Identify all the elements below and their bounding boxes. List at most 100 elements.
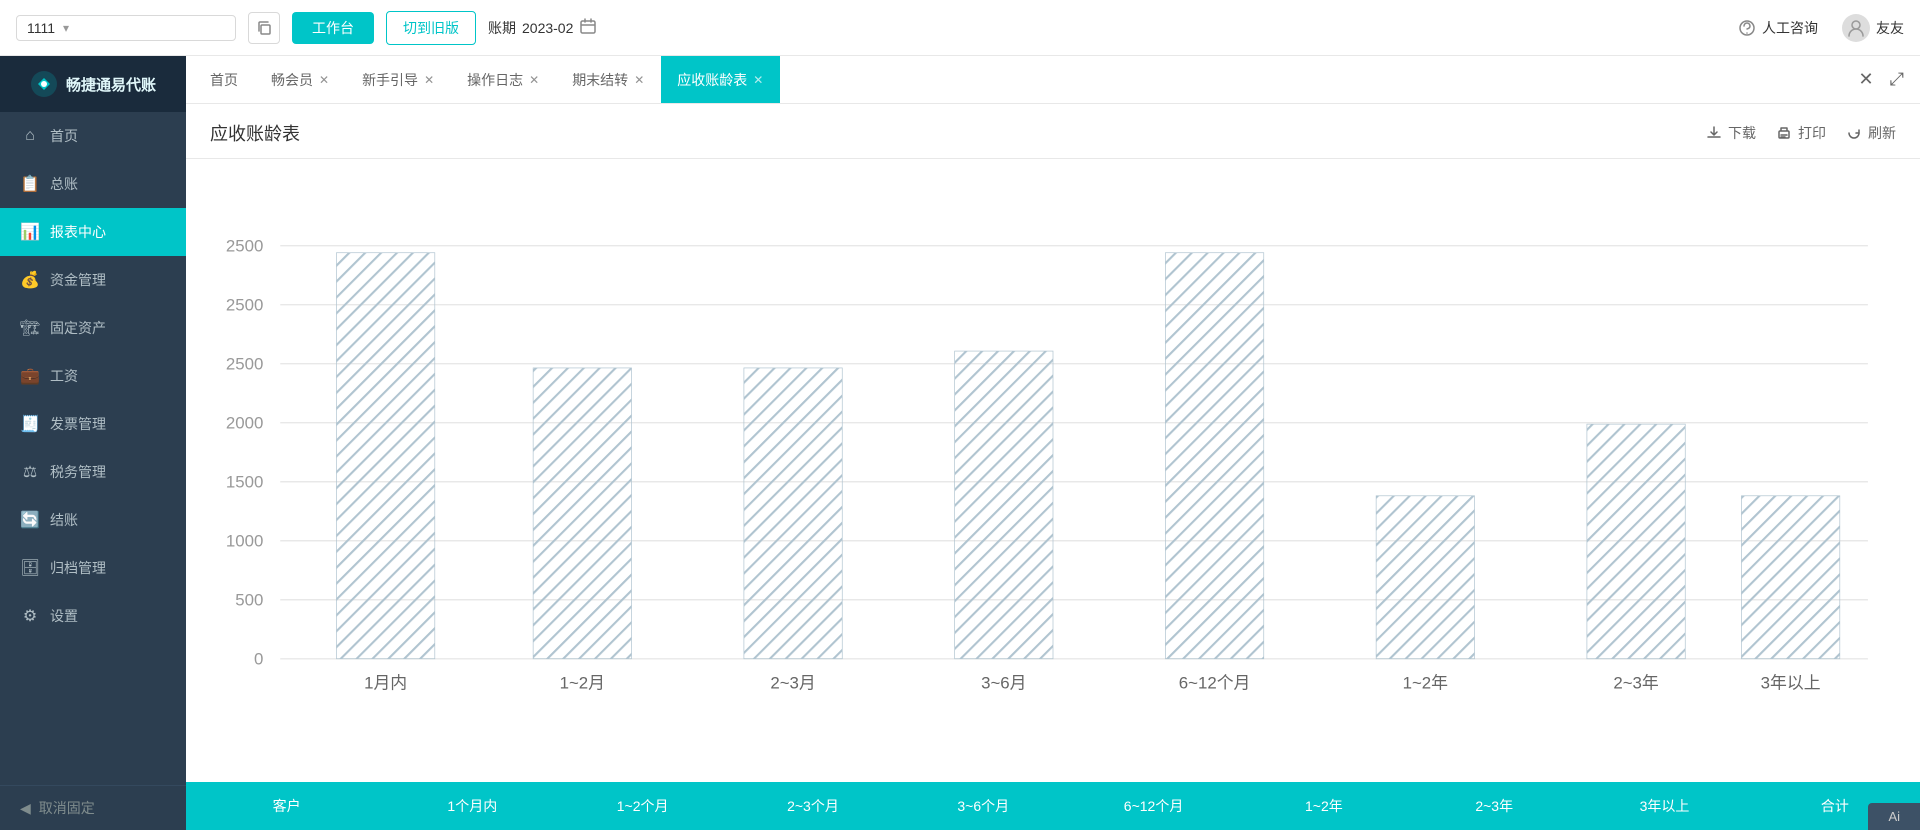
- page-title: 应收账龄表: [210, 120, 300, 146]
- sidebar-footer-toggle[interactable]: ◀ 取消固定: [0, 785, 186, 830]
- tab-close-aging[interactable]: ✕: [753, 73, 763, 87]
- tab-close-guide[interactable]: ✕: [424, 73, 434, 87]
- consult-label: 人工咨询: [1762, 18, 1818, 38]
- ai-label: Ai: [1888, 809, 1900, 824]
- avatar: [1842, 14, 1870, 42]
- th-客户: 客户: [186, 796, 387, 816]
- sidebar-label-assets: 固定资产: [50, 318, 106, 338]
- footer-label: 取消固定: [39, 798, 95, 818]
- sidebar: 畅捷通易代账 ⌂ 首页 📋 总账 📊报表中心💰资金管理🏗固定资产 💼 工资 🧾 发票管理 ⚖税务管…: [0, 56, 186, 830]
- chart-area: 2500 2500 2500 2000 1500 1000 500 0: [186, 159, 1920, 782]
- sidebar-label-checkout: 结账: [50, 510, 78, 530]
- th-2~3年: 2~3年: [1409, 796, 1579, 816]
- svg-text:2~3年: 2~3年: [1613, 673, 1659, 692]
- expand-button[interactable]: ⤢: [1886, 65, 1908, 94]
- th-2~3个月: 2~3个月: [728, 796, 898, 816]
- sidebar-item-assets[interactable]: 🏗固定资产: [0, 304, 186, 352]
- sidebar-item-checkout[interactable]: 🔄 结账: [0, 496, 186, 544]
- main-content: 首页畅会员✕新手引导✕操作日志✕期末结转✕应收账龄表✕ ✕ ⤢ 应收账龄表 下载: [186, 56, 1920, 830]
- print-button[interactable]: 打印: [1776, 123, 1826, 143]
- sidebar-label-invoice: 发票管理: [50, 414, 106, 434]
- workbench-button[interactable]: 工作台: [292, 12, 374, 44]
- refresh-button[interactable]: 刷新: [1846, 123, 1896, 143]
- sidebar-label-ledger: 总账: [50, 174, 78, 194]
- table-header: 客户1个月内1~2个月2~3个月3~6个月6~12个月1~2年2~3年3年以上合…: [186, 782, 1920, 830]
- th-6~12个月: 6~12个月: [1068, 796, 1238, 816]
- sidebar-label-funds: 资金管理: [50, 270, 106, 290]
- sidebar-item-reports[interactable]: 📊报表中心: [0, 208, 186, 256]
- svg-text:1~2月: 1~2月: [560, 673, 605, 692]
- company-name: 1111: [27, 20, 55, 36]
- sidebar-item-archive[interactable]: 🗄 归档管理: [0, 544, 186, 592]
- user-menu[interactable]: 友友: [1842, 14, 1904, 42]
- tab-home[interactable]: 首页: [194, 56, 255, 103]
- refresh-label: 刷新: [1868, 123, 1896, 143]
- company-selector[interactable]: 1111 ▾: [16, 15, 236, 41]
- tab-close-member[interactable]: ✕: [319, 73, 329, 87]
- page-header: 应收账龄表 下载 打印 刷新: [186, 104, 1920, 159]
- calendar-icon[interactable]: [579, 17, 597, 38]
- sidebar-item-salary[interactable]: 💼 工资: [0, 352, 186, 400]
- top-bar: 1111 ▾ 工作台 切到旧版 账期 2023-02 人工咨询 友友: [0, 0, 1920, 56]
- layout: 畅捷通易代账 ⌂ 首页 📋 总账 📊报表中心💰资金管理🏗固定资产 💼 工资 🧾 发票管理 ⚖税务管…: [0, 56, 1920, 830]
- period-value: 2023-02: [522, 20, 573, 36]
- svg-text:1月内: 1月内: [364, 673, 407, 692]
- sidebar-icon-invoice: 🧾: [20, 414, 40, 434]
- sidebar-item-ledger[interactable]: 📋 总账: [0, 160, 186, 208]
- sidebar-nav: ⌂ 首页 📋 总账 📊报表中心💰资金管理🏗固定资产 💼 工资 🧾 发票管理 ⚖税务管理 🔄 结账 🗄 归档…: [0, 112, 186, 785]
- sidebar-item-funds[interactable]: 💰资金管理: [0, 256, 186, 304]
- svg-text:2500: 2500: [226, 354, 264, 373]
- copy-button[interactable]: [248, 12, 280, 44]
- sidebar-icon-settings: ⚙: [20, 606, 40, 626]
- svg-text:3年以上: 3年以上: [1761, 673, 1821, 692]
- tabs-right: ✕ ⤢: [1855, 65, 1920, 94]
- sidebar-label-salary: 工资: [50, 366, 78, 386]
- tab-aging[interactable]: 应收账龄表✕: [661, 56, 780, 103]
- tab-label-guide: 新手引导: [362, 70, 418, 90]
- sidebar-label-tax: 税务管理: [50, 462, 106, 482]
- page-content: 应收账龄表 下载 打印 刷新: [186, 104, 1920, 830]
- switch-old-button[interactable]: 切到旧版: [386, 11, 476, 45]
- print-label: 打印: [1798, 123, 1826, 143]
- tab-close-log[interactable]: ✕: [529, 73, 539, 87]
- sidebar-label-home: 首页: [50, 126, 78, 146]
- tab-close-period-end[interactable]: ✕: [634, 73, 644, 87]
- chevron-down-icon: ▾: [63, 21, 69, 35]
- sidebar-label-archive: 归档管理: [50, 558, 106, 578]
- sidebar-icon-salary: 💼: [20, 366, 40, 386]
- svg-text:1~2年: 1~2年: [1403, 673, 1449, 692]
- sidebar-label-settings: 设置: [50, 606, 78, 626]
- sidebar-item-tax[interactable]: ⚖税务管理: [0, 448, 186, 496]
- svg-text:2~3月: 2~3月: [770, 673, 815, 692]
- tab-member[interactable]: 畅会员✕: [255, 56, 346, 103]
- svg-text:2500: 2500: [226, 236, 264, 255]
- th-1~2年: 1~2年: [1239, 796, 1409, 816]
- sidebar-item-settings[interactable]: ⚙ 设置: [0, 592, 186, 640]
- sidebar-icon-home: ⌂: [20, 127, 40, 145]
- svg-text:500: 500: [235, 590, 263, 609]
- sidebar-item-invoice[interactable]: 🧾 发票管理: [0, 400, 186, 448]
- tab-period-end[interactable]: 期末结转✕: [556, 56, 661, 103]
- th-1个月内: 1个月内: [387, 796, 557, 816]
- svg-text:0: 0: [254, 649, 263, 668]
- tab-log[interactable]: 操作日志✕: [451, 56, 556, 103]
- tabs-bar: 首页畅会员✕新手引导✕操作日志✕期末结转✕应收账龄表✕ ✕ ⤢: [186, 56, 1920, 104]
- sidebar-item-home[interactable]: ⌂ 首页: [0, 112, 186, 160]
- sidebar-icon-checkout: 🔄: [20, 510, 40, 530]
- th-3年以上: 3年以上: [1579, 796, 1749, 816]
- sidebar-icon-ledger: 📋: [20, 174, 40, 194]
- period-info: 账期 2023-02: [488, 17, 597, 38]
- app-title: 畅捷通易代账: [66, 74, 156, 95]
- sidebar-icon-archive: 🗄: [20, 558, 40, 578]
- tab-guide[interactable]: 新手引导 ✕: [346, 56, 451, 103]
- top-right-actions: 人工咨询 友友: [1738, 14, 1904, 42]
- svg-text:2000: 2000: [226, 413, 264, 432]
- user-name: 友友: [1876, 18, 1904, 38]
- svg-text:6~12个月: 6~12个月: [1179, 673, 1251, 692]
- pin-icon: ◀: [20, 800, 31, 817]
- consult-button[interactable]: 人工咨询: [1738, 18, 1818, 38]
- close-all-button[interactable]: ✕: [1855, 65, 1878, 94]
- svg-text:3~6月: 3~6月: [981, 673, 1026, 692]
- download-button[interactable]: 下载: [1706, 123, 1756, 143]
- ai-badge[interactable]: Ai: [1868, 803, 1920, 830]
